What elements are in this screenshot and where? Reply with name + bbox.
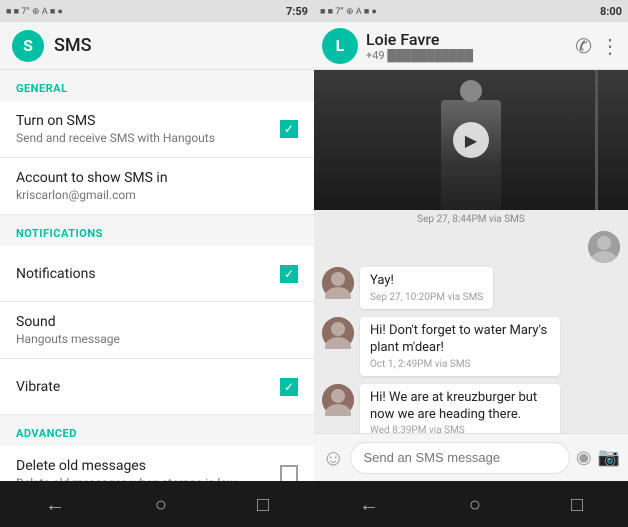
turn-on-sms-title: Turn on SMS [16,113,280,129]
bubble-text-kreuz: Hi! We are at kreuzburger but now we are… [370,390,550,424]
msg-avatar-yay [322,267,354,299]
bubble-text-yay: Yay! [370,273,483,290]
location-button[interactable]: ◉ [576,447,592,468]
left-panel: ■ ■ 7° ⊕ A ■ ● 7:59 S SMS GENERAL Turn o… [0,0,314,527]
contact-name: Loie Favre [366,30,567,49]
sound-title: Sound [16,314,298,330]
bubble-yay: Yay! Sep 27, 10:20PM via SMS [360,267,493,309]
turn-on-sms-subtitle: Send and receive SMS with Hangouts [16,131,280,145]
notifications-title: Notifications [16,266,280,282]
delete-messages-title: Delete old messages [16,458,280,474]
bubble-water: Hi! Don't forget to water Mary's plant m… [360,317,560,376]
right-home-button[interactable]: ○ [469,492,481,517]
right-bottom-nav: ← ○ □ [314,481,628,527]
bubble-time-kreuz: Wed 8:39PM via SMS [370,425,550,433]
right-recent-button[interactable]: □ [571,492,583,517]
left-time: 7:59 [286,5,308,18]
phone-icon[interactable]: ✆ [575,34,592,58]
right-time: 8:00 [600,5,622,18]
left-recent-button[interactable]: □ [257,492,269,517]
more-options-icon[interactable]: ⋮ [600,34,620,58]
settings-content: GENERAL Turn on SMS Send and receive SMS… [0,70,314,481]
left-status-icon-group: ■ ■ 7° ⊕ A ■ ● [6,6,63,17]
turn-on-sms-checkbox[interactable]: ✓ [280,120,298,138]
notifications-checkbox[interactable]: ✓ [280,265,298,283]
right-status-bar: ■ ■ 7° ⊕ A ■ ● 8:00 [314,0,628,22]
play-button[interactable]: ▶ [453,122,489,158]
message-row-yay: Yay! Sep 27, 10:20PM via SMS [314,263,628,313]
message-row-kreuz: Hi! We are at kreuzburger but now we are… [314,380,628,433]
bubble-time-yay: Sep 27, 10:20PM via SMS [370,292,483,303]
left-bottom-nav: ← ○ □ [0,481,314,527]
bubble-text-water: Hi! Don't forget to water Mary's plant m… [370,323,550,357]
sms-input[interactable] [350,442,569,474]
settings-item-vibrate[interactable]: Vibrate ✓ [0,359,314,415]
contact-avatar: L [322,28,358,64]
video-message[interactable]: ▶ [314,70,628,210]
right-status-icon-group: ■ ■ 7° ⊕ A ■ ● [320,6,377,17]
settings-item-account[interactable]: Account to show SMS in kriscarlon@gmail.… [0,158,314,215]
app-title: SMS [54,35,92,56]
bubble-kreuz: Hi! We are at kreuzburger but now we are… [360,384,560,433]
right-app-bar: L Loie Favre +49 ███████████ ✆ ⋮ [314,22,628,70]
settings-item-sound[interactable]: Sound Hangouts message [0,302,314,359]
vibrate-checkbox[interactable]: ✓ [280,378,298,396]
sms-app-icon: S [12,30,44,62]
left-status-icons: ■ ■ 7° ⊕ A ■ ● [6,6,63,17]
section-header-general: GENERAL [0,70,314,101]
settings-item-turn-on-sms[interactable]: Turn on SMS Send and receive SMS with Ha… [0,101,314,158]
right-status-icons: ■ ■ 7° ⊕ A ■ ● [320,6,377,17]
message-row-water: Hi! Don't forget to water Mary's plant m… [314,313,628,380]
right-back-button[interactable]: ← [359,492,379,517]
right-panel: ■ ■ 7° ⊕ A ■ ● 8:00 L Loie Favre +49 ███… [314,0,628,527]
camera-button[interactable]: 📷 [598,447,620,468]
msg-avatar-kreuz [322,384,354,416]
contact-number: +49 ███████████ [366,49,567,62]
sender-avatar-right [588,231,620,263]
input-bar: ☺ ◉ 📷 [314,433,628,481]
settings-item-notifications[interactable]: Notifications ✓ [0,246,314,302]
msg-avatar-water [322,317,354,349]
left-back-button[interactable]: ← [45,492,65,517]
left-home-button[interactable]: ○ [155,492,167,517]
section-header-notifications: NOTIFICATIONS [0,215,314,246]
account-title: Account to show SMS in [16,170,298,186]
chat-content: ▶ Sep 27, 8:44PM via SMS [314,70,628,433]
left-app-bar: S SMS [0,22,314,70]
vibrate-title: Vibrate [16,379,280,395]
sound-subtitle: Hangouts message [16,332,298,346]
bubble-time-water: Oct 1, 2:49PM via SMS [370,359,550,370]
settings-item-delete-messages[interactable]: Delete old messages Delete old messages … [0,446,314,481]
video-timestamp: Sep 27, 8:44PM via SMS [314,210,628,229]
account-subtitle: kriscarlon@gmail.com [16,188,298,202]
section-header-advanced: ADVANCED [0,415,314,446]
delete-messages-checkbox[interactable] [280,465,298,481]
emoji-button[interactable]: ☺ [322,445,344,471]
video-thumbnail: ▶ [314,70,628,210]
left-status-bar: ■ ■ 7° ⊕ A ■ ● 7:59 [0,0,314,22]
